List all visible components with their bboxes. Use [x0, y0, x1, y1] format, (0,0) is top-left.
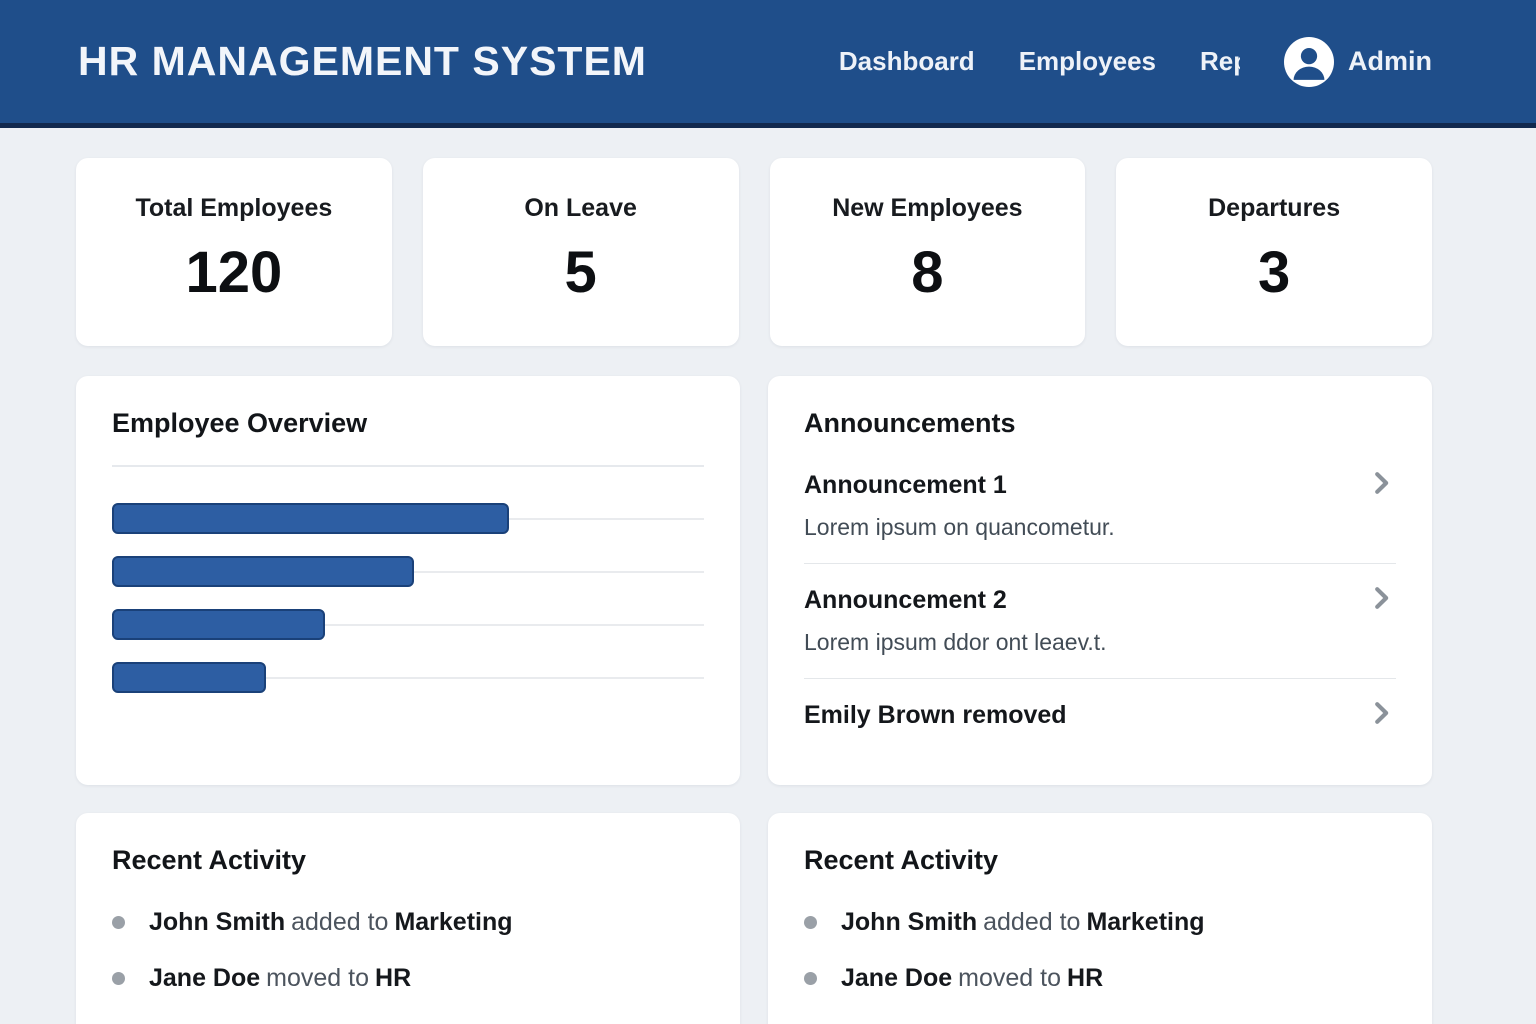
app-header: HR MANAGEMENT SYSTEM Dashboard Employees…: [0, 0, 1536, 128]
activity-action: added to: [291, 907, 389, 936]
user-avatar-icon: [1284, 36, 1334, 87]
stat-label: On Leave: [524, 194, 637, 222]
announcement-item-2[interactable]: Announcement 2 Lorem ipsum ddor ont leae…: [804, 564, 1396, 679]
stat-card-on-leave: On Leave 5: [422, 158, 739, 346]
activity-name: Jane Doe: [149, 963, 261, 992]
activity-list: John Smith added to Marketing Jane Doe move…: [804, 906, 1396, 1024]
announcements-panel: Announcements Announcement 1 Lorem ipsum…: [768, 376, 1432, 785]
activity-item: Alex Johnson on leave: [112, 1018, 704, 1024]
activity-target: Marketing: [1086, 907, 1205, 936]
employee-overview-chart: [112, 503, 704, 693]
activity-action: added to: [983, 907, 1081, 936]
app-title: HR MANAGEMENT SYSTEM: [78, 38, 647, 84]
stat-card-total-employees: Total Employees 120: [76, 158, 392, 346]
activity-item: John Smith added to Marketing: [112, 906, 704, 938]
bullet-dot-icon: [112, 915, 125, 929]
stats-row: Total Employees 120 On Leave 5 New Emplo…: [76, 158, 1432, 346]
stat-value: 8: [911, 240, 944, 305]
panel-title: Employee Overview: [112, 408, 368, 438]
announcement-item-3[interactable]: Emily Brown removed: [804, 679, 1396, 753]
chevron-right-icon: [1374, 585, 1390, 616]
chart-bar-row: [112, 609, 704, 640]
user-menu[interactable]: Admin: [1284, 36, 1432, 87]
announcement-subtitle: Lorem ipsum ddor ont leaev.t.: [804, 629, 1107, 655]
announcement-item-1[interactable]: Announcement 1 Lorem ipsum on quancometu…: [804, 449, 1396, 564]
activity-name: John Smith: [841, 907, 978, 936]
chart-top-divider: [112, 465, 704, 467]
stat-card-new-employees: New Employees 8: [769, 158, 1086, 346]
announcement-title: Announcement 1: [804, 471, 1007, 499]
chart-bar: [112, 556, 414, 587]
stat-value: 3: [1257, 240, 1291, 305]
announcement-title: Announcement 2: [804, 586, 1007, 614]
activity-name: John Smith: [149, 907, 286, 936]
nav-item-reports[interactable]: Rep: [1200, 46, 1240, 77]
activity-action: moved to: [958, 963, 1062, 992]
main-nav: Dashboard Employees Rep Admin: [839, 36, 1432, 87]
employee-overview-panel: Employee Overview: [76, 376, 740, 785]
announcement-subtitle: Lorem ipsum on quancometur.: [804, 514, 1115, 540]
activity-item: John Smith added to Marketing: [804, 906, 1396, 938]
activity-name: Alex Johnson: [149, 1020, 313, 1024]
stat-value: 120: [185, 240, 283, 305]
panel-title: Announcements: [804, 408, 1016, 438]
activity-action: moved to: [266, 963, 370, 992]
chart-bar-row: [112, 503, 704, 534]
bullet-dot-icon: [112, 971, 125, 985]
dashboard-main: Total Employees 120 On Leave 5 New Emplo…: [0, 128, 1536, 1024]
stat-label: Departures: [1208, 194, 1341, 222]
recent-activity-panel-left: Recent Activity John Smith added to Market…: [76, 813, 740, 1024]
chart-bar: [112, 609, 326, 640]
activity-name: Jane Doe: [841, 963, 953, 992]
activity-action: on leave: [1011, 1020, 1106, 1024]
activity-name: Alex Johnson: [841, 1020, 1005, 1024]
stat-label: Total Employees: [135, 194, 333, 222]
recent-activity-panel-right: Recent Activity John Smith added to Market…: [768, 813, 1432, 1024]
nav-item-dashboard[interactable]: Dashboard: [839, 46, 975, 77]
stat-label: New Employees: [832, 194, 1023, 222]
chart-bar: [112, 503, 509, 534]
bullet-dot-icon: [804, 971, 817, 985]
activity-action: on leave: [319, 1020, 414, 1024]
announcements-list: Announcement 1 Lorem ipsum on quancometu…: [804, 449, 1396, 753]
activity-list: John Smith added to Marketing Jane Doe move…: [112, 906, 704, 1024]
activity-item: Jane Doe moved to HR: [112, 962, 704, 994]
panel-title: Recent Activity: [804, 845, 999, 875]
user-name: Admin: [1348, 46, 1432, 76]
chart-bar-row: [112, 662, 704, 693]
stat-card-departures: Departures 3: [1116, 158, 1432, 346]
panel-title: Recent Activity: [112, 845, 307, 875]
activity-item: Jane Doe moved to HR: [804, 962, 1396, 994]
activity-item: Alex Johnson on leave: [804, 1018, 1396, 1024]
announcement-title: Emily Brown removed: [804, 701, 1067, 729]
bullet-dot-icon: [804, 915, 817, 929]
chevron-right-icon: [1374, 470, 1390, 501]
chart-bar: [112, 662, 266, 693]
chevron-right-icon: [1374, 700, 1390, 731]
chart-bar-row: [112, 556, 704, 587]
nav-item-employees[interactable]: Employees: [1019, 46, 1156, 77]
panels-grid: Employee Overview Announcements Announce…: [76, 376, 1432, 1024]
stat-value: 5: [564, 240, 597, 305]
activity-target: HR: [1067, 963, 1104, 992]
activity-target: HR: [375, 963, 412, 992]
activity-target: Marketing: [394, 907, 513, 936]
